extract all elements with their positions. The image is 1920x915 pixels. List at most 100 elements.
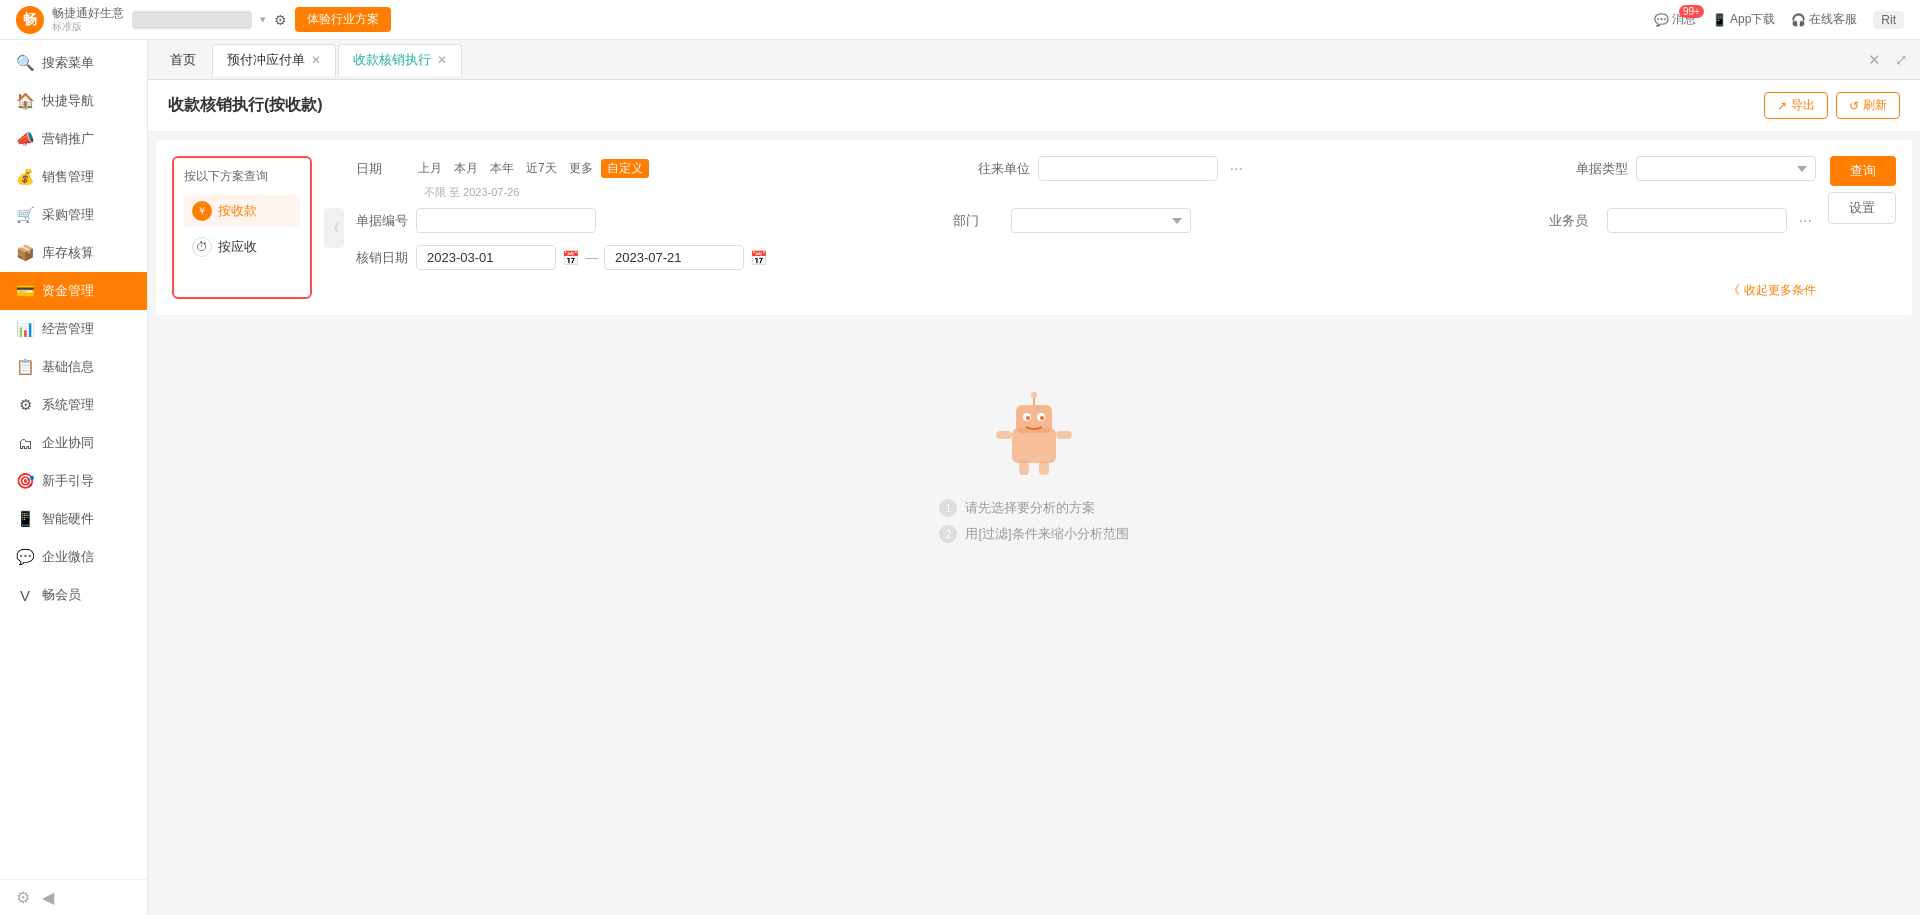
refresh-button[interactable]: ↺ 刷新 xyxy=(1836,92,1900,119)
svg-point-5 xyxy=(1040,416,1044,420)
expand-button[interactable]: ⤢ xyxy=(1891,49,1912,71)
tab-home[interactable]: 首页 xyxy=(156,44,210,76)
sidebar-item-basic-info[interactable]: 📋基础信息 xyxy=(0,348,147,386)
tab-collection[interactable]: 收款核销执行 ✕ xyxy=(338,44,462,76)
edition-label: 标准版 xyxy=(52,21,124,33)
department-field: 部门 xyxy=(953,208,1191,233)
sidebar-label-inventory: 库存核算 xyxy=(42,244,94,262)
close-tab-button[interactable]: ✕ xyxy=(1864,49,1885,71)
sidebar-item-search[interactable]: 🔍搜索菜单 xyxy=(0,44,147,82)
collapse-more: 《 收起更多条件 xyxy=(356,282,1816,299)
salesperson-input[interactable] xyxy=(1607,208,1787,233)
collapse-icon[interactable]: ◀ xyxy=(42,888,54,907)
chevron-down-icon[interactable]: ▾ xyxy=(260,13,266,26)
calendar-end-icon[interactable]: 📅 xyxy=(750,250,767,266)
filter-sidebar-title: 按以下方案查询 xyxy=(184,168,300,185)
sidebar-item-guide[interactable]: 🎯新手引导 xyxy=(0,462,147,500)
tab-prepay[interactable]: 预付冲应付单 ✕ xyxy=(212,44,336,76)
this-month-btn[interactable]: 本月 xyxy=(450,159,482,178)
more-dates-btn[interactable]: 更多 xyxy=(565,159,597,178)
solution-button[interactable]: 体验行业方案 xyxy=(295,7,391,32)
tabbar: 首页预付冲应付单 ✕ 收款核销执行 ✕ ✕ ⤢ xyxy=(148,40,1920,80)
settings-button[interactable]: 设置 xyxy=(1828,192,1896,224)
sidebar-label-finance: 资金管理 xyxy=(42,282,94,300)
date-field: 日期 上月 本月 本年 近7天 更多 自定义 xyxy=(356,159,649,178)
sidebar-item-sales[interactable]: 💰销售管理 xyxy=(0,158,147,196)
counterpart-field: 往来单位 ··· xyxy=(978,156,1247,181)
custom-date-btn[interactable]: 自定义 xyxy=(601,159,649,178)
document-type-select[interactable] xyxy=(1636,156,1816,181)
sidebar-item-purchase[interactable]: 🛒采购管理 xyxy=(0,196,147,234)
sidebar-label-marketing: 营销推广 xyxy=(42,130,94,148)
date-note: 不限 至 2023-07-26 xyxy=(424,185,519,200)
counterpart-more-icon[interactable]: ··· xyxy=(1226,160,1247,178)
sidebar-item-marketing[interactable]: 📣 营销推广 xyxy=(0,120,147,158)
sidebar-label-quick-nav: 快捷导航 xyxy=(42,92,94,110)
date-note-row: 不限 至 2023-07-26 xyxy=(356,185,1816,200)
sidebar-item-enterprise[interactable]: 🗂企业协同 xyxy=(0,424,147,462)
user-avatar[interactable]: Rit xyxy=(1873,11,1904,29)
sidebar-item-wechat[interactable]: 💬企业微信 xyxy=(0,538,147,576)
sidebar-item-operation[interactable]: 📊经营管理 xyxy=(0,310,147,348)
salesperson-label: 业务员 xyxy=(1549,212,1599,230)
document-type-field: 单据类型 xyxy=(1576,156,1816,181)
sidebar-label-operation: 经营管理 xyxy=(42,320,94,338)
this-year-btn[interactable]: 本年 xyxy=(486,159,518,178)
brand-name: 畅捷通好生意 xyxy=(52,6,124,20)
filter-actions: 查询 设置 xyxy=(1828,156,1896,299)
refresh-icon: ↺ xyxy=(1849,99,1859,113)
collapse-more-button[interactable]: 《 收起更多条件 xyxy=(1728,282,1816,299)
empty-tip-2: 2 用[过滤]条件来缩小分析范围 xyxy=(939,525,1128,543)
message-icon: 💬 xyxy=(1654,13,1669,27)
finance-icon: 💳 xyxy=(16,282,34,300)
sidebar-item-system[interactable]: ⚙系统管理 xyxy=(0,386,147,424)
tab-label-prepay: 预付冲应付单 xyxy=(227,51,305,69)
export-button[interactable]: ↗ 导出 xyxy=(1764,92,1828,119)
writeoff-end-input[interactable] xyxy=(604,245,744,270)
department-select[interactable] xyxy=(1011,208,1191,233)
empty-tips: 1 请先选择要分析的方案 2 用[过滤]条件来缩小分析范围 xyxy=(939,499,1128,543)
topbar-right: 💬 消息 99+ 📱 App下载 🎧 在线客服 Rit xyxy=(1654,11,1904,29)
document-no-field: 单据编号 xyxy=(356,208,596,233)
svg-rect-11 xyxy=(1039,461,1049,475)
filter-option-by-collection[interactable]: ￥ 按收款 xyxy=(184,195,300,227)
document-no-input[interactable] xyxy=(416,208,596,233)
tab-label-collection: 收款核销执行 xyxy=(353,51,431,69)
filter-area: 按以下方案查询 ￥ 按收款 ⏱ 按应收 《 xyxy=(156,140,1912,315)
page-title: 收款核销执行(按收款) xyxy=(168,95,323,116)
counterpart-input[interactable] xyxy=(1038,156,1218,181)
tab-close-prepay[interactable]: ✕ xyxy=(311,53,321,67)
basic-info-icon: 📋 xyxy=(16,358,34,376)
calendar-start-icon[interactable]: 📅 xyxy=(562,250,579,266)
writeoff-start-input[interactable] xyxy=(416,245,556,270)
sidebar-label-sales: 销售管理 xyxy=(42,168,94,186)
sidebar-label-wechat: 企业微信 xyxy=(42,548,94,566)
last-month-btn[interactable]: 上月 xyxy=(414,159,446,178)
filter-option-by-receivable[interactable]: ⏱ 按应收 xyxy=(184,231,300,263)
tab-close-collection[interactable]: ✕ xyxy=(437,53,447,67)
sidebar-label-enterprise: 企业协同 xyxy=(42,434,94,452)
sidebar-item-finance[interactable]: 💳 资金管理 xyxy=(0,272,147,310)
sidebar-item-member[interactable]: V畅会员 xyxy=(0,576,147,614)
filter-sidebar: 按以下方案查询 ￥ 按收款 ⏱ 按应收 xyxy=(172,156,312,299)
sidebar-item-hardware[interactable]: 📱智能硬件 xyxy=(0,500,147,538)
writeoff-date-label: 核销日期 xyxy=(356,249,408,267)
sidebar-menu: 🔍搜索菜单🏠快捷导航 📣 营销推广 💰销售管理🛒采购管理📦库存核算 💳 资金管理 📊经营管理… xyxy=(0,40,147,879)
salesperson-field: 业务员 ··· xyxy=(1549,208,1816,233)
sidebar-bottom: ⚙ ◀ xyxy=(0,879,147,915)
settings-icon[interactable]: ⚙ xyxy=(16,888,30,907)
sidebar-item-inventory[interactable]: 📦库存核算 xyxy=(0,234,147,272)
salesperson-more-icon[interactable]: ··· xyxy=(1795,212,1816,230)
page-container: 收款核销执行(按收款) ↗ 导出 ↺ 刷新 按以下方案查询 xyxy=(148,80,1920,915)
gear-icon[interactable]: ⚙ xyxy=(274,12,287,28)
message-button[interactable]: 💬 消息 99+ xyxy=(1654,11,1696,28)
guide-icon: 🎯 xyxy=(16,472,34,490)
app-download-button[interactable]: 📱 App下载 xyxy=(1712,11,1775,28)
last-7days-btn[interactable]: 近7天 xyxy=(522,159,561,178)
query-button[interactable]: 查询 xyxy=(1830,156,1896,186)
collapse-sidebar-button[interactable]: 《 xyxy=(324,208,344,248)
service-button[interactable]: 🎧 在线客服 xyxy=(1791,11,1857,28)
marketing-icon: 📣 xyxy=(16,130,34,148)
sidebar-item-quick-nav[interactable]: 🏠快捷导航 xyxy=(0,82,147,120)
filter-row-1: 日期 上月 本月 本年 近7天 更多 自定义 xyxy=(356,156,1816,181)
